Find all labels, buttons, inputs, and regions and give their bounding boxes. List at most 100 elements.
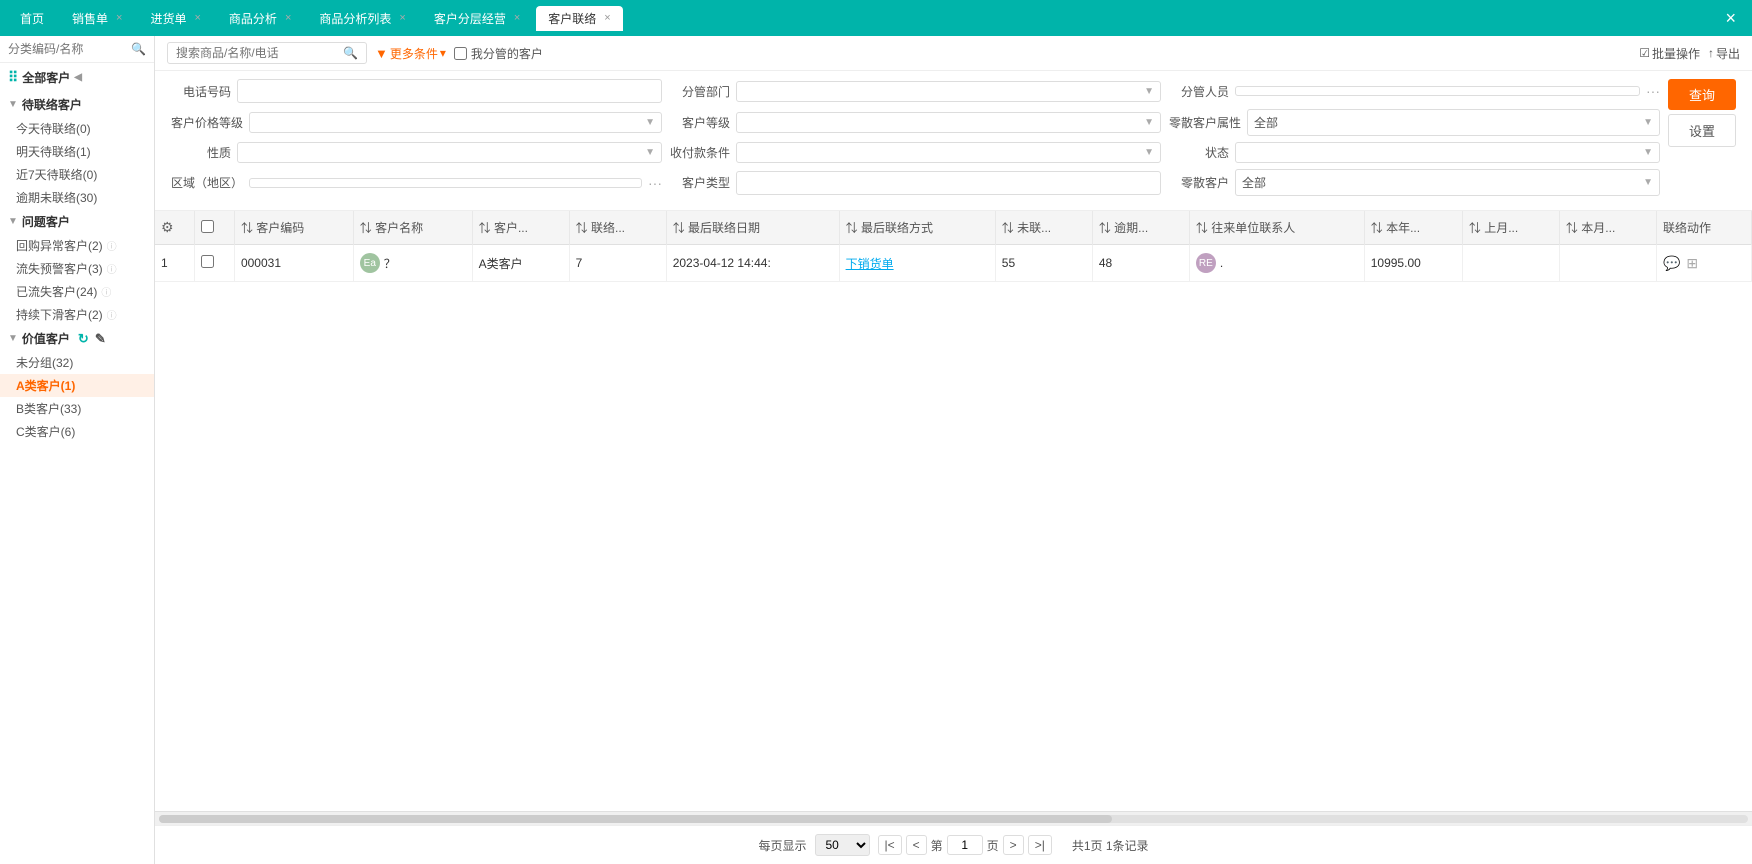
settings-button[interactable]: 设置	[1668, 114, 1736, 147]
sidebar-item-c-class[interactable]: C类客户(6)	[0, 420, 154, 443]
sidebar-item-7days[interactable]: 近7天待联络(0)	[0, 163, 154, 186]
col-no-contact-sort[interactable]: ⇅	[1002, 221, 1014, 235]
chat-icon[interactable]: 💬	[1663, 255, 1680, 272]
repurchase-label: 回购异常客户(2)	[16, 237, 103, 254]
retail-select[interactable]: 全部 ▼	[1235, 169, 1660, 196]
search-input[interactable]	[176, 46, 339, 60]
tab-customer-segment[interactable]: 客户分层经营 ×	[422, 6, 532, 31]
tab-sales-close[interactable]: ×	[116, 12, 122, 24]
prev-page-btn[interactable]: <	[906, 835, 927, 855]
col-overdue-sort[interactable]: ⇅	[1099, 221, 1111, 235]
payment-select[interactable]: ▼	[736, 142, 1161, 163]
tab-customer-contact[interactable]: 客户联络 ×	[536, 6, 622, 31]
filter-cell-price-level: 客户价格等级 ▼	[171, 112, 662, 133]
per-page-select[interactable]: 50 100 200	[815, 834, 870, 856]
table-body: 1 000031 Ea ？ A类客户 7 2023-04-12 14:44:	[155, 245, 1752, 282]
status-select[interactable]: ▼	[1235, 142, 1660, 163]
sidebar-search-box[interactable]: 🔍	[0, 36, 154, 63]
more-conditions-btn[interactable]: ▼ 更多条件 ▾	[375, 45, 446, 62]
filter-row-3: 性质 ▼ 收付款条件 ▼	[171, 142, 1660, 163]
c-class-label: C类客户(6)	[16, 423, 75, 440]
tab-sales[interactable]: 销售单 ×	[60, 6, 134, 31]
query-button[interactable]: 查询	[1668, 79, 1736, 110]
row-checkbox[interactable]	[194, 245, 234, 282]
customer-level-select[interactable]: ▼	[736, 112, 1161, 133]
tab-product-analysis-label: 商品分析	[229, 10, 277, 27]
next-page-btn[interactable]: >	[1003, 835, 1024, 855]
select-all-checkbox[interactable]	[201, 220, 214, 233]
refresh-icon[interactable]: ↻	[78, 331, 89, 347]
col-level-sort[interactable]: ⇅	[479, 221, 491, 235]
tab-customer-contact-close[interactable]: ×	[604, 12, 610, 24]
col-year-sort[interactable]: ⇅	[1371, 221, 1383, 235]
tab-customer-segment-close[interactable]: ×	[514, 12, 520, 24]
sidebar-item-ungrouped[interactable]: 未分组(32)	[0, 351, 154, 374]
sidebar-search-input[interactable]	[8, 42, 127, 56]
my-customers-check[interactable]	[454, 47, 467, 60]
tab-product-list[interactable]: 商品分析列表 ×	[307, 6, 417, 31]
col-last-month-sort[interactable]: ⇅	[1469, 221, 1481, 235]
sidebar-group-value[interactable]: ▼ 价值客户 ↻ ✎	[0, 326, 154, 351]
region-dots[interactable]: ···	[648, 175, 662, 191]
gear-icon[interactable]: ⚙	[161, 219, 174, 235]
sidebar-group-problem[interactable]: ▼ 问题客户	[0, 209, 154, 234]
nature-select[interactable]: ▼	[237, 142, 662, 163]
retail-attr-select[interactable]: 全部 ▼	[1247, 109, 1660, 136]
sidebar-item-repurchase-abnormal[interactable]: 回购异常客户(2) ⓘ	[0, 234, 154, 257]
row-select-checkbox[interactable]	[201, 255, 214, 268]
last-method-link[interactable]: 下销货单	[846, 257, 894, 271]
link-icon[interactable]: ⊞	[1686, 255, 1698, 272]
search-icon[interactable]: 🔍	[343, 46, 358, 60]
col-name-sort[interactable]: ⇅	[360, 221, 372, 235]
sidebar-item-today[interactable]: 今天待联络(0)	[0, 117, 154, 140]
nature-arrow: ▼	[645, 147, 655, 158]
export-btn[interactable]: ↑ 导出	[1708, 45, 1740, 62]
sidebar-item-a-class[interactable]: A类客户(1)	[0, 374, 154, 397]
col-this-month-sort[interactable]: ⇅	[1566, 221, 1578, 235]
my-customers-checkbox[interactable]: 我分管的客户	[454, 45, 543, 62]
tab-product-analysis-close[interactable]: ×	[285, 12, 291, 24]
group-pending-label: 待联络客户	[22, 96, 82, 113]
col-checkbox[interactable]	[194, 211, 234, 245]
sidebar-item-overdue[interactable]: 逾期未联络(30)	[0, 186, 154, 209]
sidebar-all-customers[interactable]: ⠿ 全部客户 ◀	[0, 63, 154, 92]
customer-type-input[interactable]	[736, 171, 1161, 195]
price-level-arrow: ▼	[645, 117, 655, 128]
status-label: 状态	[1169, 144, 1229, 161]
col-gear[interactable]: ⚙	[155, 211, 194, 245]
sidebar-item-tomorrow[interactable]: 明天待联络(1)	[0, 140, 154, 163]
last-page-btn[interactable]: >|	[1028, 835, 1052, 855]
tab-home[interactable]: 首页	[8, 6, 56, 31]
person-select[interactable]	[1235, 86, 1640, 96]
sidebar-item-churned[interactable]: 已流失客户(24) ⓘ	[0, 280, 154, 303]
sidebar-search-icon[interactable]: 🔍	[131, 42, 146, 56]
search-box[interactable]: 🔍	[167, 42, 367, 64]
window-close-button[interactable]: ×	[1717, 8, 1744, 29]
page-input[interactable]	[947, 835, 983, 855]
col-date-sort[interactable]: ⇅	[673, 221, 685, 235]
scrollbar-thumb[interactable]	[159, 815, 1112, 823]
sidebar-item-declining[interactable]: 持续下滑客户(2) ⓘ	[0, 303, 154, 326]
first-page-btn[interactable]: |<	[878, 835, 902, 855]
row-contact-count: 7	[569, 245, 666, 282]
sidebar-group-pending[interactable]: ▼ 待联络客户	[0, 92, 154, 117]
sidebar-item-churn-warning[interactable]: 流失预警客户(3) ⓘ	[0, 257, 154, 280]
tab-purchase[interactable]: 进货单 ×	[138, 6, 212, 31]
batch-ops-btn[interactable]: ☑ 批量操作	[1639, 45, 1700, 62]
tab-product-list-close[interactable]: ×	[399, 12, 405, 24]
sidebar-item-b-class[interactable]: B类客户(33)	[0, 397, 154, 420]
col-contacts-sort[interactable]: ⇅	[1196, 221, 1208, 235]
nature-label: 性质	[171, 144, 231, 161]
dept-select[interactable]: ▼	[736, 81, 1161, 102]
person-dots[interactable]: ···	[1646, 83, 1660, 99]
col-contact-sort[interactable]: ⇅	[576, 221, 588, 235]
col-method-sort[interactable]: ⇅	[846, 221, 858, 235]
horizontal-scrollbar[interactable]	[155, 811, 1752, 825]
col-code-sort[interactable]: ⇅	[241, 221, 253, 235]
tab-purchase-close[interactable]: ×	[194, 12, 200, 24]
edit-icon[interactable]: ✎	[95, 331, 106, 347]
region-select[interactable]	[249, 178, 642, 188]
price-level-select[interactable]: ▼	[249, 112, 662, 133]
phone-input[interactable]	[237, 79, 662, 103]
tab-product-analysis[interactable]: 商品分析 ×	[217, 6, 303, 31]
